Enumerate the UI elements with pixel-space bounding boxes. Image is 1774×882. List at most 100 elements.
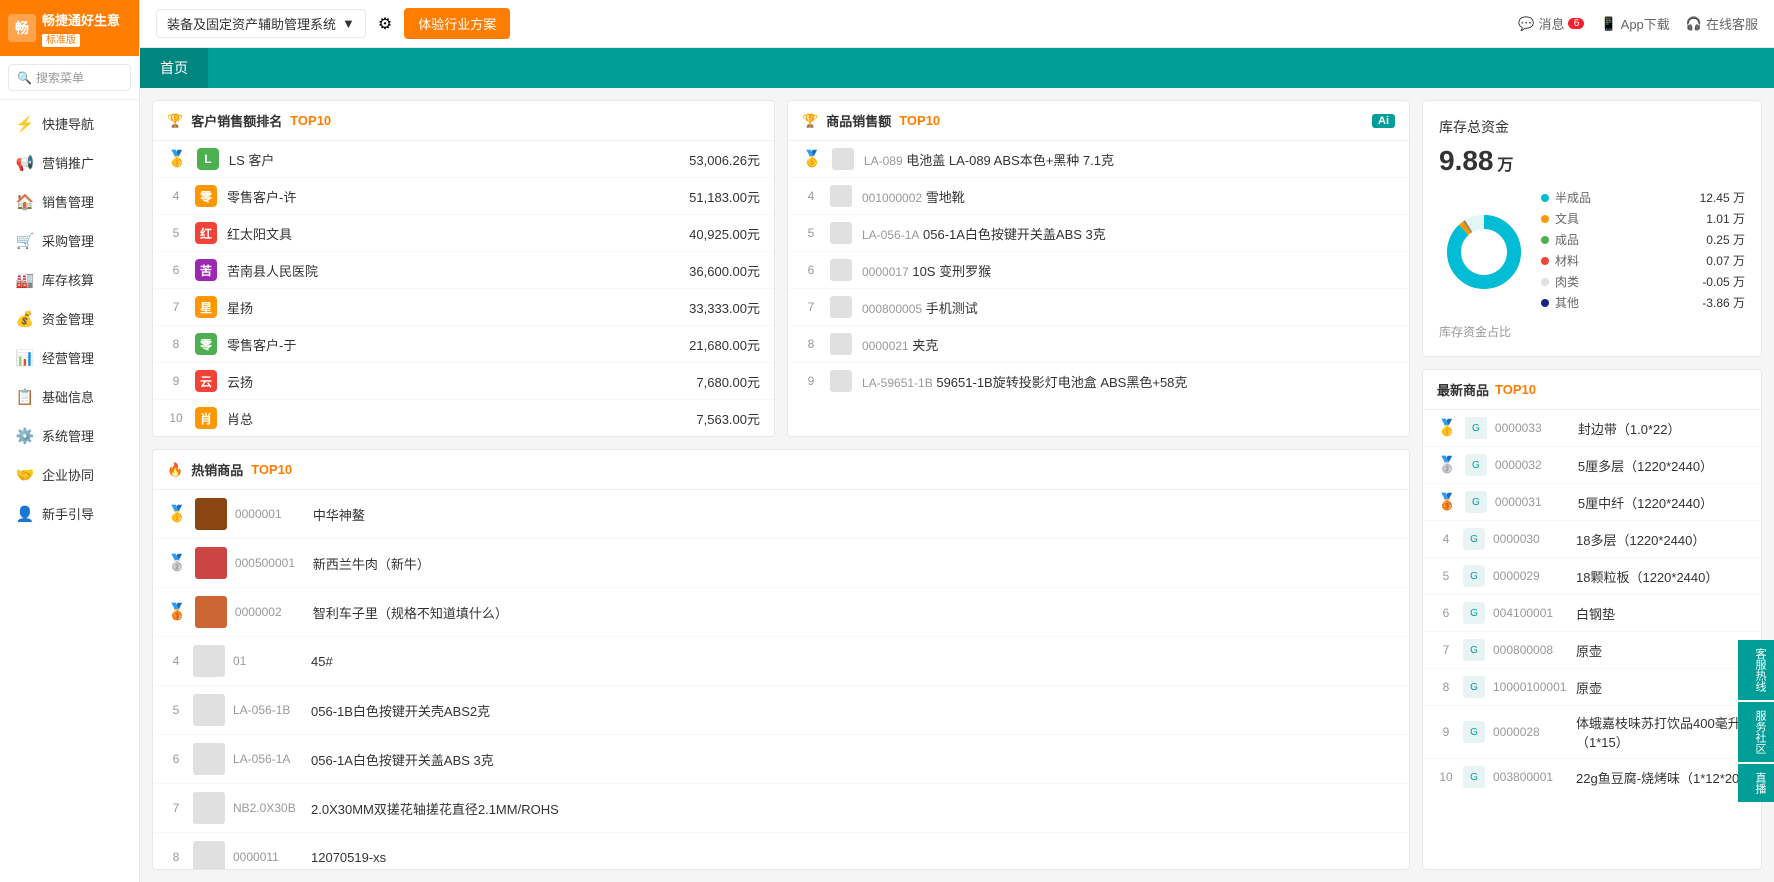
list-item: 6 G 004100001 白钢垫 — [1423, 595, 1761, 632]
product-thumbnail — [195, 547, 227, 579]
fire-icon: 🔥 — [167, 462, 183, 478]
latest-products-card: 最新商品 TOP10 🥇 G 0000033 封边带（1.0*22） 🥈 G 0… — [1422, 369, 1762, 870]
table-row: 8 0000021 夹克 — [788, 326, 1409, 363]
rank-num: 4 — [167, 189, 185, 203]
sidebar-item-operations[interactable]: 📊 经营管理 — [0, 338, 139, 377]
system-selector[interactable]: 装备及固定资产辅助管理系统 ▼ — [156, 9, 366, 38]
main-content: 装备及固定资产辅助管理系统 ▼ ⚙ 体验行业方案 💬 消息 6 📱 App下载 … — [140, 0, 1774, 882]
legend-dot — [1541, 278, 1549, 286]
product-img-placeholder: G — [1465, 454, 1487, 476]
panel-right: 库存总资金 9.88 万 — [1422, 100, 1762, 870]
table-row: 6 0000017 10S 变刑罗猴 — [788, 252, 1409, 289]
sidebar: 畅 畅捷通好生意 标准版 🔍 搜索菜单 ⚡ 快捷导航 📢 营销推广 🏠 销售管理… — [0, 0, 140, 882]
rank-number: 9 — [1437, 725, 1455, 739]
sales-icon: 🏠 — [16, 193, 34, 211]
search-icon: 🔍 — [17, 71, 32, 85]
product-img — [830, 333, 852, 355]
medal-icon: 🥇 — [167, 504, 187, 524]
purchase-icon: 🛒 — [16, 232, 34, 250]
sidebar-item-finance[interactable]: 💰 资金管理 — [0, 299, 139, 338]
float-btn-community[interactable]: 服务社区 — [1738, 702, 1774, 762]
rank-num: 8 — [167, 337, 185, 351]
product-sales-header: 🏆 商品销售额 TOP10 Ai — [788, 101, 1409, 141]
table-row: 🥇 LA-089 电池盖 LA-089 ABS本色+黑种 7.1克 — [788, 141, 1409, 178]
product-thumbnail — [193, 792, 225, 824]
message-icon: 💬 — [1518, 16, 1534, 32]
list-item: 10 G 003800001 22g鱼豆腐-烧烤味（1*12*20） — [1423, 759, 1761, 795]
customer-tag: 零 — [195, 333, 217, 355]
product-img — [830, 370, 852, 392]
inventory-summary-card: 库存总资金 9.88 万 — [1422, 100, 1762, 357]
collab-icon: 🤝 — [16, 466, 34, 484]
float-btn-live[interactable]: 直播 — [1738, 764, 1774, 802]
table-row: 4 001000002 雪地靴 — [788, 178, 1409, 215]
customer-tag: 零 — [195, 185, 217, 207]
tab-home[interactable]: 首页 — [140, 48, 208, 88]
product-sales-list: 🥇 LA-089 电池盖 LA-089 ABS本色+黑种 7.1克 4 0010… — [788, 141, 1409, 399]
content-area: 🏆 客户销售额排名 TOP10 🥇 L LS 客户 53,006.26元 4 — [140, 88, 1774, 882]
float-btn-service[interactable]: 客服热线 — [1738, 640, 1774, 700]
table-row: 🥇 L LS 客户 53,006.26元 — [153, 141, 774, 178]
latest-products-list: 🥇 G 0000033 封边带（1.0*22） 🥈 G 0000032 5厘多层… — [1423, 410, 1761, 795]
gear-settings-icon[interactable]: ⚙ — [378, 14, 392, 34]
table-row: 5 红 红太阳文具 40,925.00元 — [153, 215, 774, 252]
sidebar-item-purchase[interactable]: 🛒 采购管理 — [0, 221, 139, 260]
list-item: 8 G 10000100001 原壶 — [1423, 669, 1761, 706]
search-menu-button[interactable]: 🔍 搜索菜单 — [8, 64, 131, 91]
app-download-button[interactable]: 📱 App下载 — [1600, 14, 1669, 33]
product-img-placeholder: G — [1465, 491, 1487, 513]
table-row: 9 云 云扬 7,680.00元 — [153, 363, 774, 400]
table-row: 6 苦 苦南县人民医院 36,600.00元 — [153, 252, 774, 289]
medal-icon: 🥇 — [167, 149, 187, 169]
rank-num: 7 — [802, 300, 820, 314]
sidebar-item-sales[interactable]: 🏠 销售管理 — [0, 182, 139, 221]
trophy-icon2: 🏆 — [802, 113, 818, 129]
sidebar-item-inventory[interactable]: 🏭 库存核算 — [0, 260, 139, 299]
donut-chart — [1439, 207, 1529, 297]
sidebar-item-system[interactable]: ⚙️ 系统管理 — [0, 416, 139, 455]
rank-num: 4 — [802, 189, 820, 203]
product-img-placeholder: G — [1463, 528, 1485, 550]
sidebar-item-collab[interactable]: 🤝 企业协同 — [0, 455, 139, 494]
trial-button[interactable]: 体验行业方案 — [404, 8, 510, 39]
messages-button[interactable]: 💬 消息 6 — [1518, 14, 1584, 33]
customer-ranking-header: 🏆 客户销售额排名 TOP10 — [153, 101, 774, 141]
rank-number: 4 — [1437, 532, 1455, 546]
sidebar-item-guide[interactable]: 👤 新手引导 — [0, 494, 139, 533]
legend-dot — [1541, 215, 1549, 223]
hot-products-header: 🔥 热销商品 TOP10 — [153, 450, 1409, 490]
customer-tag: L — [197, 148, 219, 170]
customer-tag: 星 — [195, 296, 217, 318]
finance-icon: 💰 — [16, 310, 34, 328]
header-right: 💬 消息 6 📱 App下载 🎧 在线客服 — [1518, 14, 1758, 33]
medal-icon: 🥉 — [1437, 492, 1457, 512]
product-thumbnail — [193, 743, 225, 775]
phone-icon: 📱 — [1600, 16, 1616, 32]
legend-row: 文具 1.01 万 — [1541, 210, 1745, 227]
chevron-down-icon: ▼ — [342, 16, 355, 31]
table-row: 5 LA-056-1A 056-1A白色按键开关盖ABS 3克 — [788, 215, 1409, 252]
rank-num: 10 — [167, 411, 185, 425]
list-item: 5 G 0000029 18颗粒板（1220*2440） — [1423, 558, 1761, 595]
logo-icon: 畅 — [8, 14, 36, 42]
rank-num: 6 — [802, 263, 820, 277]
product-img-placeholder: G — [1463, 766, 1485, 788]
list-item: 5 LA-056-1B 056-1B白色按键开关壳ABS2克 — [153, 686, 1409, 735]
product-img-placeholder: G — [1465, 417, 1487, 439]
list-item: 🥇 0000001 中华神鳌 — [153, 490, 1409, 539]
list-item: 7 NB2.0X30B 2.0X30MM双搓花轴搓花直径2.1MM/ROHS — [153, 784, 1409, 833]
online-service-button[interactable]: 🎧 在线客服 — [1686, 14, 1758, 33]
customer-tag: 苦 — [195, 259, 217, 281]
product-sales-card: 🏆 商品销售额 TOP10 Ai 🥇 LA-089 电池盖 LA-089 ABS… — [787, 100, 1410, 437]
table-row: 8 零 零售客户-于 21,680.00元 — [153, 326, 774, 363]
list-item: 6 LA-056-1A 056-1A白色按键开关盖ABS 3克 — [153, 735, 1409, 784]
sidebar-item-basics[interactable]: 📋 基础信息 — [0, 377, 139, 416]
rank-num: 7 — [167, 300, 185, 314]
table-row: 10 肖 肖总 7,563.00元 — [153, 400, 774, 436]
product-img — [830, 259, 852, 281]
customer-tag: 云 — [195, 370, 217, 392]
sidebar-item-marketing[interactable]: 📢 营销推广 — [0, 143, 139, 182]
product-img — [830, 222, 852, 244]
medal-icon: 🥉 — [167, 602, 187, 622]
sidebar-item-quicknav[interactable]: ⚡ 快捷导航 — [0, 104, 139, 143]
